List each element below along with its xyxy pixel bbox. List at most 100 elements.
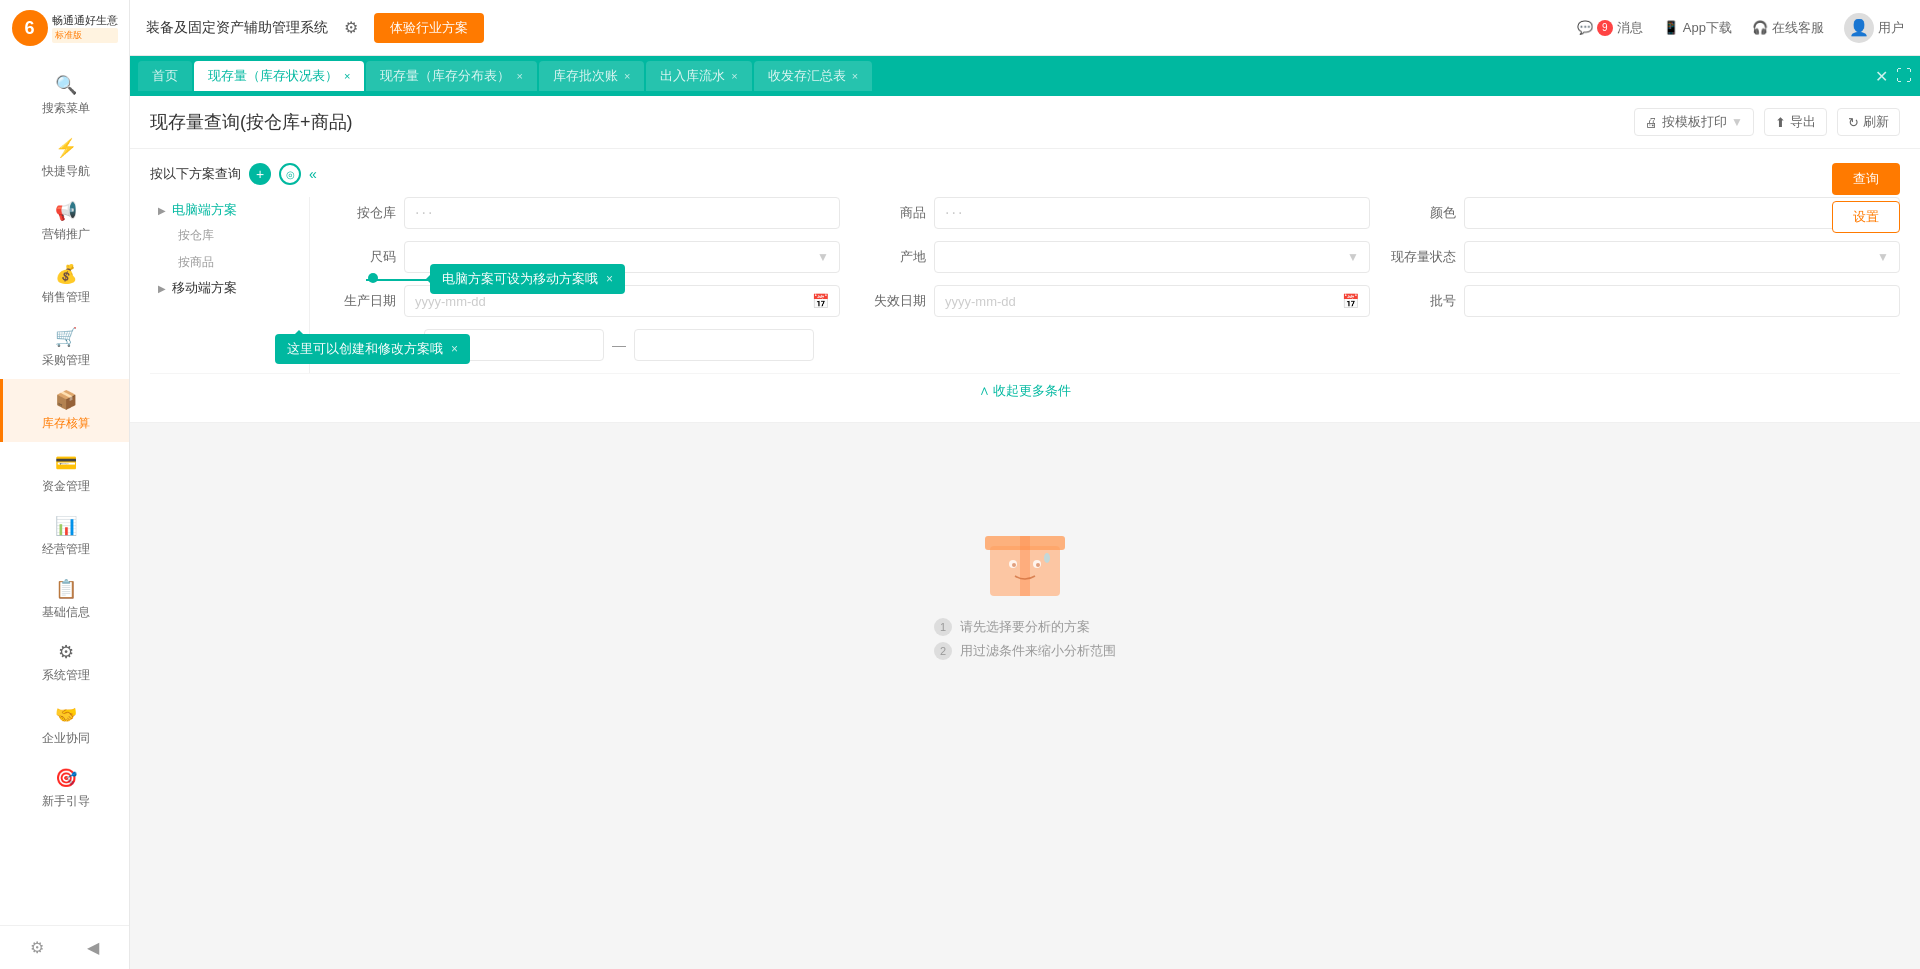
service-icon: 🎧: [1752, 20, 1768, 35]
tab-inventory-batch-label: 库存批次账: [553, 67, 618, 85]
tab-home-label: 首页: [152, 67, 178, 85]
batch-no-input[interactable]: [1464, 285, 1900, 317]
topbar: 装备及固定资产辅助管理系统 ⚙ 体验行业方案 💬 9 消息 📱 App下载 🎧 …: [130, 0, 1920, 56]
sidebar-item-system[interactable]: ⚙ 系统管理: [0, 631, 129, 694]
origin-field: 产地 ▼: [856, 241, 1370, 273]
sidebar-item-label: 企业协同: [42, 730, 90, 747]
logo-icon: 6: [12, 10, 48, 46]
search-icon: 🔍: [55, 74, 77, 96]
settings-footer-btn[interactable]: ⚙: [30, 938, 44, 957]
sidebar: 6 畅通通好生意 标准版 🔍 搜索菜单 ⚡ 快捷导航 📢 营销推广 💰 销售管理…: [0, 0, 130, 969]
warehouse-select[interactable]: ···: [404, 197, 840, 229]
reset-button[interactable]: 设置: [1832, 201, 1900, 233]
system-name: 装备及固定资产辅助管理系统: [146, 19, 328, 37]
settings-icon[interactable]: ⚙: [340, 14, 362, 41]
filter-header: 按以下方案查询 + ◎ «: [150, 163, 1900, 185]
sidebar-item-search[interactable]: 🔍 搜索菜单: [0, 64, 129, 127]
empty-tip-1: 1 请先选择要分析的方案: [934, 618, 1116, 636]
tab-fullscreen-btn[interactable]: ⛶: [1896, 67, 1912, 86]
edit-tooltip-close[interactable]: ×: [451, 342, 458, 356]
goods-select[interactable]: ···: [934, 197, 1370, 229]
management-icon: 📊: [55, 515, 77, 537]
tab-close-inout-flow[interactable]: ×: [731, 70, 737, 82]
production-date-placeholder: yyyy-mm-dd: [415, 294, 486, 309]
stock-status-select[interactable]: ▼: [1464, 241, 1900, 273]
scheme-mobile-label: 移动端方案: [172, 279, 237, 297]
tip-num-1: 1: [934, 618, 952, 636]
circle-btn[interactable]: ◎: [279, 163, 301, 185]
sidebar-item-inventory[interactable]: 📦 库存核算: [0, 379, 129, 442]
tab-close-all-btn[interactable]: ✕: [1875, 67, 1888, 86]
batch-no-field: 批号: [1386, 285, 1900, 317]
tab-close-receive-summary[interactable]: ×: [852, 70, 858, 82]
range-dash: —: [612, 337, 626, 353]
sidebar-item-management[interactable]: 📊 经营管理: [0, 505, 129, 568]
scheme-mobile[interactable]: ▶ 移动端方案: [150, 275, 301, 301]
export-button[interactable]: ⬆ 导出: [1764, 108, 1827, 136]
tip-text-2: 用过滤条件来缩小分析范围: [960, 642, 1116, 660]
scheme-tooltip-close[interactable]: ×: [606, 272, 613, 286]
expiry-date-input[interactable]: yyyy-mm-dd 📅: [934, 285, 1370, 317]
query-button[interactable]: 查询: [1832, 163, 1900, 195]
edit-tooltip: 这里可以创建和修改方案哦 ×: [275, 334, 470, 364]
sidebar-item-purchase[interactable]: 🛒 采购管理: [0, 316, 129, 379]
sidebar-item-label: 销售管理: [42, 289, 90, 306]
scheme-pc[interactable]: ▶ 电脑端方案: [150, 197, 301, 223]
origin-label: 产地: [856, 248, 926, 266]
filter-section: 按以下方案查询 + ◎ « ▶ 电脑端方案 按仓库 按商品: [130, 149, 1920, 423]
logo-area: 6 畅通通好生意 标准版: [0, 0, 129, 56]
sidebar-item-guide[interactable]: 🎯 新手引导: [0, 757, 129, 820]
collapse-label: 收起更多条件: [993, 383, 1071, 398]
tab-close-inventory-status[interactable]: ×: [344, 70, 350, 82]
stock-range-to[interactable]: [634, 329, 814, 361]
app-download-action[interactable]: 📱 App下载: [1663, 19, 1732, 37]
sidebar-item-nav[interactable]: ⚡ 快捷导航: [0, 127, 129, 190]
chevron-down-icon: ▼: [817, 250, 829, 264]
sidebar-item-sales[interactable]: 💰 销售管理: [0, 253, 129, 316]
scheme-pc-sub2[interactable]: 按商品: [170, 250, 301, 275]
collapse-arrow-pc: ▶: [158, 205, 166, 216]
tab-close-inventory-batch[interactable]: ×: [624, 70, 630, 82]
online-service-action[interactable]: 🎧 在线客服: [1752, 19, 1824, 37]
sidebar-item-enterprise[interactable]: 🤝 企业协同: [0, 694, 129, 757]
experience-button[interactable]: 体验行业方案: [374, 13, 484, 43]
refresh-button[interactable]: ↻ 刷新: [1837, 108, 1900, 136]
tab-close-inventory-dist[interactable]: ×: [516, 70, 522, 82]
sidebar-item-finance[interactable]: 💳 资金管理: [0, 442, 129, 505]
sidebar-footer: ⚙ ◀: [0, 925, 129, 969]
topbar-right: 💬 9 消息 📱 App下载 🎧 在线客服 👤 用户: [1577, 13, 1904, 43]
size-label: 尺码: [326, 248, 396, 266]
edit-tooltip-text: 这里可以创建和修改方案哦: [287, 340, 443, 358]
marketing-icon: 📢: [55, 200, 77, 222]
collapse-bar[interactable]: ∧ 收起更多条件: [150, 373, 1900, 408]
calendar-icon2[interactable]: 📅: [1342, 293, 1359, 309]
tab-inout-flow[interactable]: 出入库流水 ×: [646, 61, 751, 91]
origin-select[interactable]: ▼: [934, 241, 1370, 273]
tabbar: 首页 现存量（库存状况表） × 现存量（库存分布表） × 库存批次账 × 出入库…: [130, 56, 1920, 96]
template-print-button[interactable]: 🖨 按模板打印 ▼: [1634, 108, 1754, 136]
svg-point-6: [1036, 563, 1040, 567]
color-label: 颜色: [1386, 204, 1456, 222]
user-action[interactable]: 👤 用户: [1844, 13, 1904, 43]
notification-action[interactable]: 💬 9 消息: [1577, 19, 1643, 37]
arrow-left-icon[interactable]: «: [309, 166, 317, 182]
tab-receive-summary[interactable]: 收发存汇总表 ×: [754, 61, 872, 91]
calendar-icon[interactable]: 📅: [812, 293, 829, 309]
sidebar-item-basic[interactable]: 📋 基础信息: [0, 568, 129, 631]
goods-field: 商品 ···: [856, 197, 1370, 229]
tab-home[interactable]: 首页: [138, 61, 192, 91]
tab-inventory-batch[interactable]: 库存批次账 ×: [539, 61, 644, 91]
empty-illustration: [975, 506, 1075, 606]
tab-inventory-status[interactable]: 现存量（库存状况表） ×: [194, 61, 364, 91]
add-scheme-btn[interactable]: +: [249, 163, 271, 185]
avatar: 👤: [1844, 13, 1874, 43]
tab-inventory-dist[interactable]: 现存量（库存分布表） ×: [366, 61, 536, 91]
color-field: 颜色 ▼: [1386, 197, 1900, 229]
sidebar-item-marketing[interactable]: 📢 营销推广: [0, 190, 129, 253]
sidebar-item-label: 营销推广: [42, 226, 90, 243]
collapse-arrow-mobile: ▶: [158, 283, 166, 294]
scheme-pc-sub[interactable]: 按仓库: [170, 223, 301, 248]
topbar-left: 装备及固定资产辅助管理系统 ⚙ 体验行业方案: [146, 13, 484, 43]
collapse-sidebar-btn[interactable]: ◀: [87, 938, 99, 957]
sidebar-item-label: 新手引导: [42, 793, 90, 810]
